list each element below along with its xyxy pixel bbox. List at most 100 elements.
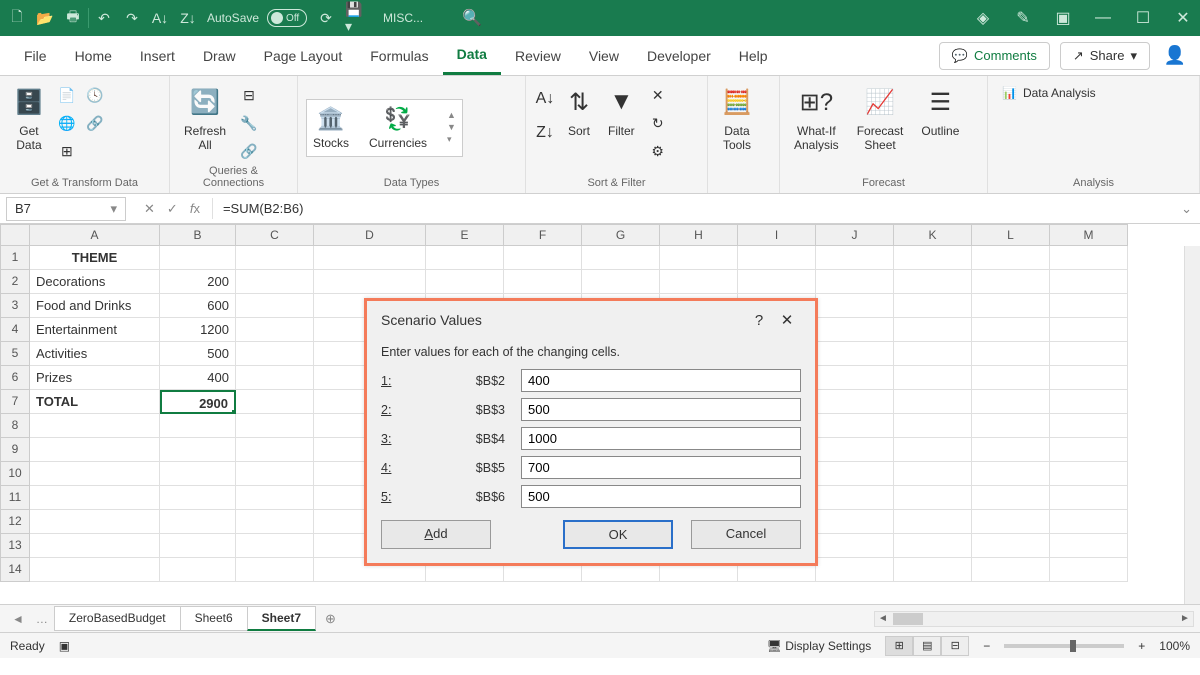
column-header-F[interactable]: F [504,224,582,246]
row-header-7[interactable]: 7 [0,390,30,414]
cell-B6[interactable]: 400 [160,366,236,390]
cancel-button[interactable]: Cancel [691,520,801,549]
page-break-button[interactable]: ⊟ [941,636,969,656]
cell-H1[interactable] [660,246,738,270]
comments-button[interactable]: 💬 Comments [939,42,1050,70]
row-header-3[interactable]: 3 [0,294,30,318]
cell-H2[interactable] [660,270,738,294]
tab-home[interactable]: Home [61,38,126,74]
cell-K13[interactable] [894,534,972,558]
cell-L4[interactable] [972,318,1050,342]
cell-K4[interactable] [894,318,972,342]
cell-C14[interactable] [236,558,314,582]
close-window-icon[interactable]: ✕ [1174,9,1192,27]
cell-B7[interactable]: 2900 [160,390,236,414]
cell-L3[interactable] [972,294,1050,318]
cell-I2[interactable] [738,270,816,294]
zoom-slider[interactable] [1004,644,1124,648]
row-header-4[interactable]: 4 [0,318,30,342]
ok-button[interactable]: OK [563,520,673,549]
dialog-help-button[interactable]: ? [745,312,773,329]
cell-J2[interactable] [816,270,894,294]
refresh-all-button[interactable]: 🔄 Refresh All [178,80,232,156]
share-button[interactable]: ↗ Share ▾ [1060,42,1150,70]
from-text-icon[interactable]: 📄 [56,84,78,106]
new-file-icon[interactable]: 🗋 [8,9,26,27]
from-web-icon[interactable]: 🌐 [56,112,78,134]
cell-M2[interactable] [1050,270,1128,294]
add-sheet-button[interactable]: ⊕ [325,611,336,627]
add-button[interactable]: Add [381,520,491,549]
cell-A8[interactable] [30,414,160,438]
cell-C9[interactable] [236,438,314,462]
save-icon[interactable]: 💾▾ [345,9,363,27]
cell-B2[interactable]: 200 [160,270,236,294]
print-icon[interactable]: 🖶 [64,9,82,27]
cell-L2[interactable] [972,270,1050,294]
cell-J1[interactable] [816,246,894,270]
fx-icon[interactable]: fx [190,201,200,217]
cell-K14[interactable] [894,558,972,582]
cell-J8[interactable] [816,414,894,438]
cell-D2[interactable] [314,270,426,294]
cell-J14[interactable] [816,558,894,582]
tab-view[interactable]: View [575,38,633,74]
sheet-tab-zerobasedbudget[interactable]: ZeroBasedBudget [54,606,181,631]
cell-A13[interactable] [30,534,160,558]
account-icon[interactable]: 👤 [1160,41,1190,71]
open-icon[interactable]: 📂 [36,9,54,27]
cell-B3[interactable]: 600 [160,294,236,318]
cell-C6[interactable] [236,366,314,390]
cell-M13[interactable] [1050,534,1128,558]
sort-desc-icon[interactable]: Z↓ [179,9,197,27]
cell-J13[interactable] [816,534,894,558]
cell-K7[interactable] [894,390,972,414]
cell-J11[interactable] [816,486,894,510]
cell-L8[interactable] [972,414,1050,438]
cell-B8[interactable] [160,414,236,438]
sort-button[interactable]: ⇅ Sort [562,80,596,142]
select-all-corner[interactable] [0,224,30,246]
data-analysis-button[interactable]: 📊 Data Analysis [996,80,1102,106]
cell-M14[interactable] [1050,558,1128,582]
column-header-K[interactable]: K [894,224,972,246]
column-header-G[interactable]: G [582,224,660,246]
cell-A10[interactable] [30,462,160,486]
cell-M6[interactable] [1050,366,1128,390]
cell-I1[interactable] [738,246,816,270]
cell-L9[interactable] [972,438,1050,462]
cell-J5[interactable] [816,342,894,366]
cell-M7[interactable] [1050,390,1128,414]
sort-za-icon[interactable]: Z↓ [534,122,556,144]
cell-C5[interactable] [236,342,314,366]
cell-K6[interactable] [894,366,972,390]
tab-data[interactable]: Data [443,36,501,75]
display-settings-button[interactable]: 🖥 Display Settings [767,639,872,653]
cell-K8[interactable] [894,414,972,438]
column-header-E[interactable]: E [426,224,504,246]
sheet-nav-prev[interactable]: ◄ [6,612,30,626]
cell-L7[interactable] [972,390,1050,414]
tab-help[interactable]: Help [725,38,782,74]
cell-A11[interactable] [30,486,160,510]
cell-K11[interactable] [894,486,972,510]
cell-B12[interactable] [160,510,236,534]
cell-J3[interactable] [816,294,894,318]
cell-K3[interactable] [894,294,972,318]
cell-C11[interactable] [236,486,314,510]
cell-B10[interactable] [160,462,236,486]
enter-formula-icon[interactable]: ✓ [167,201,178,217]
cell-C1[interactable] [236,246,314,270]
row-header-13[interactable]: 13 [0,534,30,558]
tab-formulas[interactable]: Formulas [356,38,442,74]
cell-A7[interactable]: TOTAL [30,390,160,414]
cell-B1[interactable] [160,246,236,270]
page-layout-button[interactable]: ▤ [913,636,941,656]
cell-A4[interactable]: Entertainment [30,318,160,342]
cell-D1[interactable] [314,246,426,270]
tab-insert[interactable]: Insert [126,38,189,74]
scenario-value-input-3[interactable] [521,427,801,450]
edit-links-icon[interactable]: 🔗 [238,140,260,162]
cell-K9[interactable] [894,438,972,462]
name-box[interactable]: B7▾ [6,197,126,221]
